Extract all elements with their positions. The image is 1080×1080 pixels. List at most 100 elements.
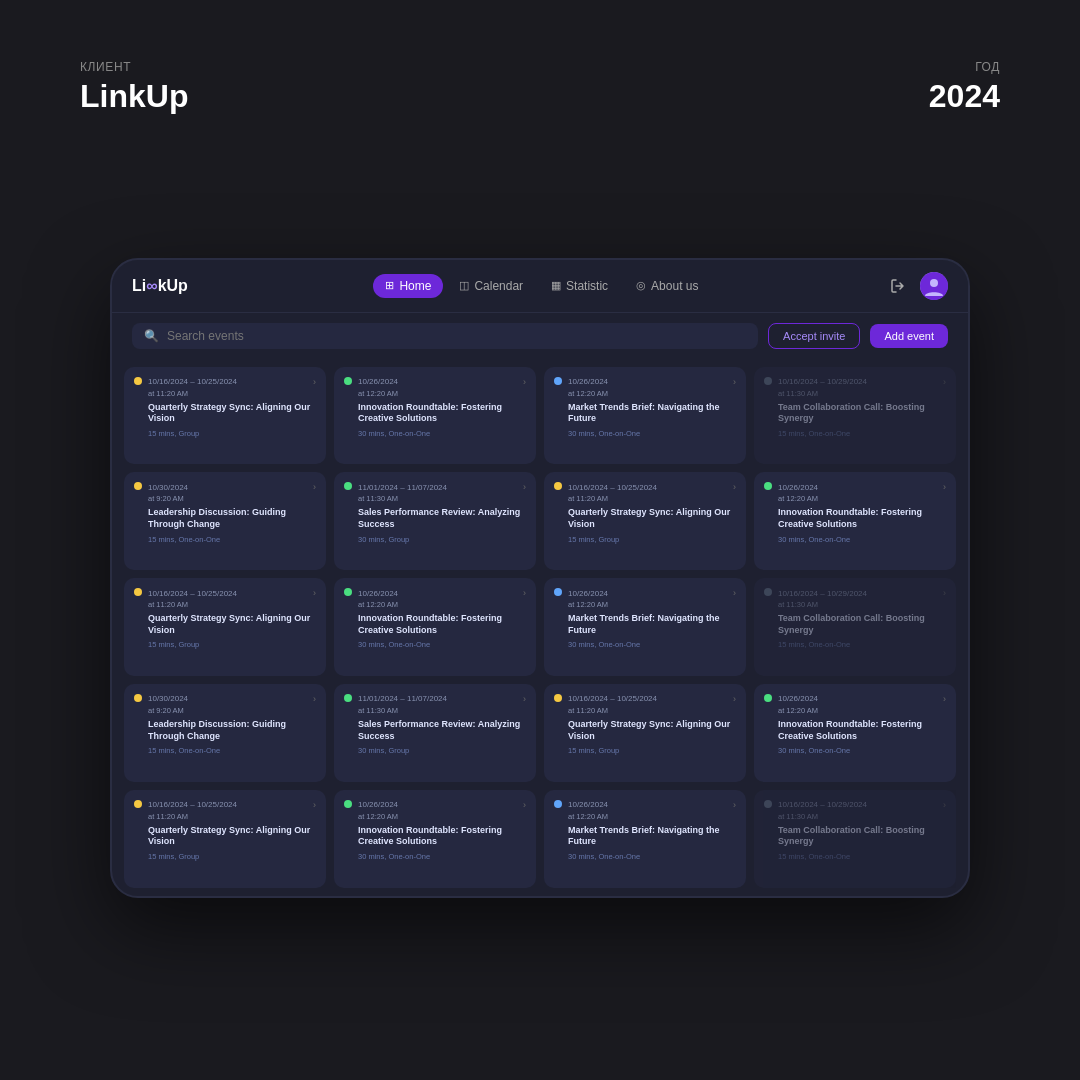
- event-date: 10/16/2024 – 10/25/2024›: [568, 482, 736, 492]
- add-event-button[interactable]: Add event: [870, 324, 948, 348]
- logout-icon: [890, 278, 906, 294]
- event-card-inner: 10/26/2024›at 12:20 AMInnovation Roundta…: [358, 800, 526, 861]
- event-card-inner: 10/26/2024›at 12:20 AMInnovation Roundta…: [778, 482, 946, 543]
- event-card[interactable]: 10/16/2024 – 10/25/2024›at 11:20 AMQuart…: [544, 684, 746, 782]
- nav-tab-home[interactable]: ⊞ Home: [373, 274, 443, 298]
- event-meta: 15 mins, Group: [568, 746, 736, 755]
- event-meta: 15 mins, One-on-One: [778, 852, 946, 861]
- event-card[interactable]: 10/16/2024 – 10/25/2024›at 11:20 AMQuart…: [124, 578, 326, 676]
- event-card[interactable]: 10/26/2024›at 12:20 AMInnovation Roundta…: [334, 790, 536, 888]
- event-dot: [554, 482, 562, 490]
- event-dot: [344, 482, 352, 490]
- event-date: 10/16/2024 – 10/29/2024›: [778, 800, 946, 810]
- event-title: Team Collaboration Call: Boosting Synerg…: [778, 613, 946, 636]
- event-meta: 30 mins, One-on-One: [358, 852, 526, 861]
- event-card[interactable]: 10/26/2024›at 12:20 AMMarket Trends Brie…: [544, 578, 746, 676]
- event-title: Quarterly Strategy Sync: Aligning Our Vi…: [568, 719, 736, 742]
- event-card-inner: 10/26/2024›at 12:20 AMInnovation Roundta…: [778, 694, 946, 755]
- nav-tab-calendar[interactable]: ◫ Calendar: [447, 274, 535, 298]
- event-chevron-icon: ›: [313, 800, 316, 810]
- event-dot: [554, 800, 562, 808]
- event-title: Quarterly Strategy Sync: Aligning Our Vi…: [148, 402, 316, 425]
- statistic-icon: ▦: [551, 279, 561, 292]
- event-title: Leadership Discussion: Guiding Through C…: [148, 719, 316, 742]
- event-card[interactable]: 10/16/2024 – 10/25/2024›at 11:20 AMQuart…: [124, 790, 326, 888]
- event-meta: 15 mins, One-on-One: [778, 640, 946, 649]
- event-card[interactable]: 11/01/2024 – 11/07/2024›at 11:30 AMSales…: [334, 472, 536, 570]
- search-input-wrap[interactable]: 🔍: [132, 323, 758, 349]
- event-chevron-icon: ›: [733, 588, 736, 598]
- logout-button[interactable]: [884, 272, 912, 300]
- event-card[interactable]: 10/26/2024›at 12:20 AMInnovation Roundta…: [754, 472, 956, 570]
- nav-tab-about[interactable]: ◎ About us: [624, 274, 710, 298]
- event-time: at 11:20 AM: [568, 706, 736, 715]
- event-card[interactable]: 10/26/2024›at 12:20 AMMarket Trends Brie…: [544, 367, 746, 465]
- event-chevron-icon: ›: [523, 482, 526, 492]
- event-card-inner: 10/16/2024 – 10/29/2024›at 11:30 AMTeam …: [778, 800, 946, 861]
- event-card[interactable]: 10/26/2024›at 12:20 AMInnovation Roundta…: [754, 684, 956, 782]
- event-meta: 15 mins, One-on-One: [148, 746, 316, 755]
- event-title: Market Trends Brief: Navigating the Futu…: [568, 613, 736, 636]
- event-chevron-icon: ›: [313, 588, 316, 598]
- event-card-inner: 11/01/2024 – 11/07/2024›at 11:30 AMSales…: [358, 482, 526, 543]
- event-date: 10/26/2024›: [358, 377, 526, 387]
- event-meta: 30 mins, One-on-One: [358, 640, 526, 649]
- event-chevron-icon: ›: [523, 588, 526, 598]
- event-chevron-icon: ›: [313, 694, 316, 704]
- event-card[interactable]: 11/01/2024 – 11/07/2024›at 11:30 AMSales…: [334, 684, 536, 782]
- event-card[interactable]: 10/26/2024›at 12:20 AMInnovation Roundta…: [334, 367, 536, 465]
- event-title: Quarterly Strategy Sync: Aligning Our Vi…: [568, 507, 736, 530]
- event-meta: 15 mins, Group: [568, 535, 736, 544]
- event-card[interactable]: 10/16/2024 – 10/29/2024›at 11:30 AMTeam …: [754, 578, 956, 676]
- event-meta: 30 mins, Group: [358, 535, 526, 544]
- search-icon: 🔍: [144, 329, 159, 343]
- home-icon: ⊞: [385, 279, 394, 292]
- event-card[interactable]: 10/30/2024›at 9:20 AMLeadership Discussi…: [124, 684, 326, 782]
- app-bar: Li∞kUp ⊞ Home ◫ Calendar ▦ Statistic: [112, 260, 968, 313]
- event-time: at 12:20 AM: [778, 494, 946, 503]
- event-chevron-icon: ›: [313, 377, 316, 387]
- event-meta: 15 mins, One-on-One: [148, 535, 316, 544]
- event-date: 10/16/2024 – 10/29/2024›: [778, 377, 946, 387]
- event-card[interactable]: 10/30/2024›at 9:20 AMLeadership Discussi…: [124, 472, 326, 570]
- search-bar: 🔍 Accept invite Add event: [112, 313, 968, 359]
- event-title: Innovation Roundtable: Fostering Creativ…: [778, 507, 946, 530]
- event-title: Innovation Roundtable: Fostering Creativ…: [358, 402, 526, 425]
- event-chevron-icon: ›: [733, 800, 736, 810]
- event-card[interactable]: 10/16/2024 – 10/29/2024›at 11:30 AMTeam …: [754, 790, 956, 888]
- event-meta: 30 mins, One-on-One: [778, 535, 946, 544]
- event-title: Leadership Discussion: Guiding Through C…: [148, 507, 316, 530]
- event-card[interactable]: 10/26/2024›at 12:20 AMMarket Trends Brie…: [544, 790, 746, 888]
- nav-tab-statistic[interactable]: ▦ Statistic: [539, 274, 620, 298]
- event-card[interactable]: 10/16/2024 – 10/29/2024›at 11:30 AMTeam …: [754, 367, 956, 465]
- client-block: КЛИЕНТ LinkUp: [80, 60, 188, 115]
- event-card-inner: 10/26/2024›at 12:20 AMInnovation Roundta…: [358, 377, 526, 438]
- event-chevron-icon: ›: [733, 377, 736, 387]
- event-chevron-icon: ›: [313, 482, 316, 492]
- event-time: at 11:20 AM: [568, 494, 736, 503]
- app-bar-right: [884, 272, 948, 300]
- search-input[interactable]: [167, 329, 746, 343]
- event-time: at 11:20 AM: [148, 389, 316, 398]
- event-title: Market Trends Brief: Navigating the Futu…: [568, 825, 736, 848]
- event-dot: [134, 800, 142, 808]
- year-label: ГОД: [929, 60, 1000, 74]
- event-meta: 30 mins, One-on-One: [568, 640, 736, 649]
- event-card[interactable]: 10/16/2024 – 10/25/2024› at 11:20 AM Quart…: [544, 472, 746, 570]
- event-card[interactable]: 10/26/2024›at 12:20 AMInnovation Roundta…: [334, 578, 536, 676]
- event-date: 11/01/2024 – 11/07/2024›: [358, 482, 526, 492]
- event-card-inner: 10/26/2024›at 12:20 AMMarket Trends Brie…: [568, 377, 736, 438]
- events-grid: 10/16/2024 – 10/25/2024› at 11:20 AM Quart…: [112, 359, 968, 896]
- event-card-inner: 10/26/2024›at 12:20 AMMarket Trends Brie…: [568, 800, 736, 861]
- event-time: at 9:20 AM: [148, 494, 316, 503]
- event-card[interactable]: 10/16/2024 – 10/25/2024›at 11:20 AMQuart…: [124, 367, 326, 465]
- event-title: Team Collaboration Call: Boosting Synerg…: [778, 402, 946, 425]
- user-avatar[interactable]: [920, 272, 948, 300]
- event-dot: [134, 377, 142, 385]
- nav-tab-calendar-label: Calendar: [474, 279, 523, 293]
- event-card-inner: 10/16/2024 – 10/25/2024›at 11:20 AMQuart…: [148, 588, 316, 649]
- event-dot: [764, 694, 772, 702]
- accept-invite-button[interactable]: Accept invite: [768, 323, 860, 349]
- event-meta: 15 mins, One-on-One: [778, 429, 946, 438]
- event-time: at 12:20 AM: [358, 812, 526, 821]
